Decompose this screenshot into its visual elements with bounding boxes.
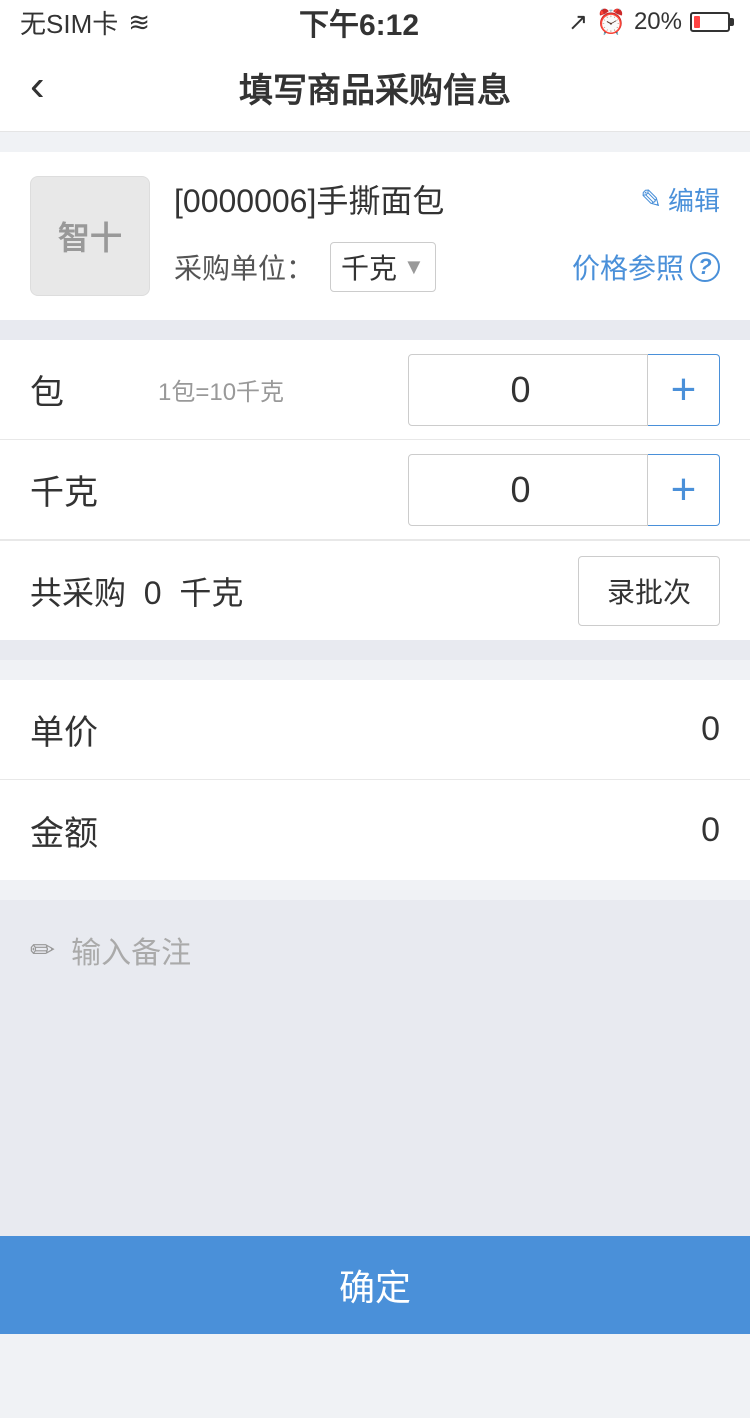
product-image: 智十 bbox=[30, 176, 150, 296]
product-name-row: [0000006]手撕面包 ✎ 编辑 bbox=[174, 176, 720, 222]
product-name: [0000006]手撕面包 bbox=[174, 176, 444, 222]
amount-label: 金额 bbox=[30, 806, 98, 855]
battery-percent: 20% bbox=[634, 8, 682, 36]
product-card: 智十 [0000006]手撕面包 ✎ 编辑 采购单位： 千克 ▼ 价格参照 bbox=[0, 152, 750, 320]
bao-plus-button[interactable]: + bbox=[648, 354, 720, 426]
confirm-button[interactable]: 确定 bbox=[0, 1236, 750, 1334]
input-section: 包 1包=10千克 + 千克 + 共采购 0 千克 录批次 bbox=[0, 340, 750, 640]
unit-price-value: 0 bbox=[701, 710, 720, 749]
price-section: 单价 0 金额 0 bbox=[0, 680, 750, 880]
bao-input-wrapper: + bbox=[408, 354, 720, 426]
unit-select-text: 千克 bbox=[341, 247, 397, 287]
edit-icon: ✎ bbox=[640, 184, 662, 215]
page-title: 填写商品采购信息 bbox=[239, 63, 511, 112]
kg-input[interactable] bbox=[408, 454, 648, 526]
bao-sub-label: 1包=10千克 bbox=[158, 372, 284, 407]
status-bar: 无SIM卡 ≋ 下午6:12 ↗ ⏰ 20% bbox=[0, 0, 750, 44]
alarm-icon: ⏰ bbox=[596, 8, 626, 37]
kg-plus-button[interactable]: + bbox=[648, 454, 720, 526]
unit-price-label: 单价 bbox=[30, 705, 98, 754]
status-right: ↗ ⏰ 20% bbox=[568, 8, 730, 37]
unit-price-row: 单价 0 bbox=[0, 680, 750, 780]
section-divider-2 bbox=[0, 640, 750, 660]
sim-text: 无SIM卡 bbox=[20, 4, 118, 41]
status-left: 无SIM卡 ≋ bbox=[20, 4, 150, 41]
chevron-down-icon: ▼ bbox=[403, 254, 425, 280]
location-icon: ↗ bbox=[568, 8, 588, 37]
section-divider bbox=[0, 320, 750, 340]
back-button[interactable]: ‹ bbox=[30, 64, 45, 108]
total-row: 共采购 0 千克 录批次 bbox=[0, 540, 750, 640]
product-logo: 智十 bbox=[58, 213, 122, 259]
info-icon: ? bbox=[690, 252, 720, 282]
purchase-unit-row: 采购单位： 千克 ▼ 价格参照 ? bbox=[174, 242, 720, 292]
kg-label: 千克 bbox=[30, 465, 150, 514]
bao-label: 包 bbox=[30, 365, 150, 414]
wifi-icon: ≋ bbox=[128, 7, 150, 38]
bao-row: 包 1包=10千克 + bbox=[0, 340, 750, 440]
total-label: 共采购 0 千克 bbox=[30, 568, 243, 614]
pencil-icon: ✏ bbox=[30, 933, 55, 968]
edit-button[interactable]: ✎ 编辑 bbox=[640, 181, 720, 218]
notes-section[interactable]: ✏ 输入备注 bbox=[0, 900, 750, 1000]
amount-row: 金额 0 bbox=[0, 780, 750, 880]
notes-placeholder: 输入备注 bbox=[71, 928, 191, 972]
batch-button[interactable]: 录批次 bbox=[578, 556, 720, 626]
nav-bar: ‹ 填写商品采购信息 bbox=[0, 44, 750, 132]
kg-input-wrapper: + bbox=[408, 454, 720, 526]
product-info: [0000006]手撕面包 ✎ 编辑 采购单位： 千克 ▼ 价格参照 ? bbox=[174, 176, 720, 292]
bao-input[interactable] bbox=[408, 354, 648, 426]
amount-value: 0 bbox=[701, 811, 720, 850]
unit-label: 采购单位： bbox=[174, 247, 314, 287]
kg-row: 千克 + bbox=[0, 440, 750, 540]
battery-icon bbox=[690, 12, 730, 32]
unit-select[interactable]: 千克 ▼ bbox=[330, 242, 436, 292]
price-ref-button[interactable]: 价格参照 ? bbox=[572, 247, 720, 287]
status-time: 下午6:12 bbox=[299, 0, 419, 44]
